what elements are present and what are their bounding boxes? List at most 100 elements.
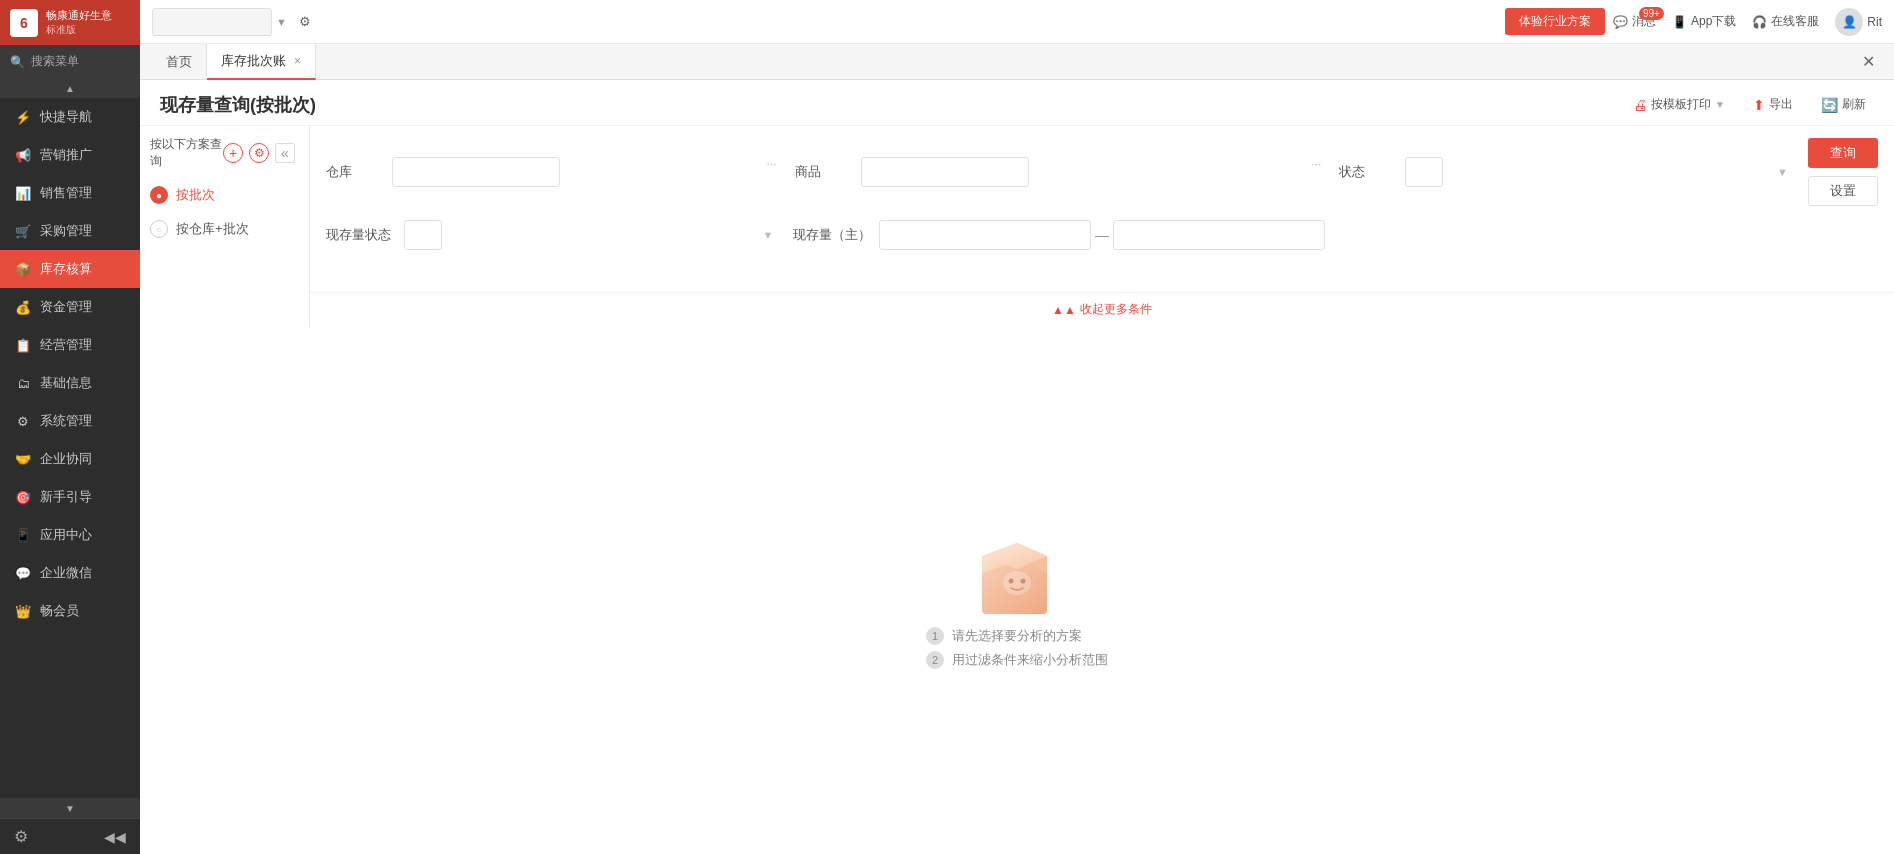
scheme-panel: 按以下方案查询 + ⚙ « ● 按批次 ○ 按仓库+批次 (140, 126, 310, 326)
qty-min-input[interactable] (879, 220, 1091, 250)
tip-text-2: 用过滤条件来缩小分析范围 (952, 651, 1108, 669)
basic-icon: 🗂 (14, 374, 32, 392)
query-btn[interactable]: 查询 (1808, 138, 1878, 168)
scheme-dot-inactive: ○ (150, 220, 168, 238)
message-btn[interactable]: 💬 消息 99+ (1613, 13, 1656, 30)
sidebar-item-sales[interactable]: 📊 销售管理 (0, 174, 140, 212)
sidebar-item-finance[interactable]: 💰 资金管理 (0, 288, 140, 326)
topbar-right: 💬 消息 99+ 📱 App下载 🎧 在线客服 👤 Rit (1613, 8, 1882, 36)
sidebar: 6 畅康通好生意 标准版 🔍 搜索菜单 ▲ ⚡ 快捷导航 📢 营销推广 📊 销售… (0, 0, 140, 854)
print-btn[interactable]: 🖨 按模板打印 ▼ (1625, 92, 1733, 117)
sidebar-item-newbie[interactable]: 🎯 新手引导 (0, 478, 140, 516)
collapse-bar[interactable]: ▲▲ 收起更多条件 (310, 292, 1894, 326)
newbie-icon: 🎯 (14, 488, 32, 506)
sidebar-item-label: 资金管理 (40, 298, 92, 316)
settings-scheme-btn[interactable]: ⚙ (249, 143, 269, 163)
collapse-label: 收起更多条件 (1080, 301, 1152, 318)
message-badge: 99+ (1639, 7, 1664, 20)
operations-icon: 📋 (14, 336, 32, 354)
app-title: 畅康通好生意 (46, 8, 112, 22)
membership-icon: 👑 (14, 602, 32, 620)
filter-form-wrapper: 仓库 ··· 商品 ··· (310, 126, 1894, 326)
system-icon: ⚙ (14, 412, 32, 430)
sidebar-item-label: 经营管理 (40, 336, 92, 354)
sidebar-item-operations[interactable]: 📋 经营管理 (0, 326, 140, 364)
sidebar-scroll-area: ⚡ 快捷导航 📢 营销推广 📊 销售管理 🛒 采购管理 📦 库存核算 💰 资金管… (0, 98, 140, 798)
sidebar-item-purchase[interactable]: 🛒 采购管理 (0, 212, 140, 250)
scheme-item-warehouse-batch[interactable]: ○ 按仓库+批次 (140, 212, 309, 246)
inventory-status-label: 现存量状态 (326, 226, 398, 244)
product-input[interactable] (861, 157, 1029, 187)
page-title: 现存量查询(按批次) (160, 93, 316, 117)
refresh-btn[interactable]: 🔄 刷新 (1813, 92, 1874, 117)
sidebar-item-enterprise[interactable]: 🤝 企业协同 (0, 440, 140, 478)
export-label: 导出 (1769, 96, 1793, 113)
finance-icon: 💰 (14, 298, 32, 316)
tab-inventory-batch-label: 库存批次账 (221, 52, 286, 70)
sidebar-item-inventory[interactable]: 📦 库存核算 (0, 250, 140, 288)
collapse-sidebar-icon[interactable]: ◀◀ (104, 829, 126, 845)
qty-max-input[interactable] (1113, 220, 1325, 250)
app-download-icon: 📱 (1672, 15, 1687, 29)
inventory-status-select[interactable] (404, 220, 442, 250)
sidebar-item-appstore[interactable]: 📱 应用中心 (0, 516, 140, 554)
trial-btn[interactable]: 体验行业方案 (1505, 8, 1605, 35)
empty-tip-1: 1 请先选择要分析的方案 (926, 627, 1108, 645)
settings-btn[interactable]: 设置 (1808, 176, 1878, 206)
page-actions: 🖨 按模板打印 ▼ ⬆ 导出 🔄 刷新 (1625, 92, 1874, 117)
filter-row-2: 现存量状态 ▼ 现存量（主） (326, 220, 1878, 250)
sidebar-item-label: 快捷导航 (40, 108, 92, 126)
sidebar-scroll-up[interactable]: ▲ (0, 78, 140, 98)
scheme-item-batch[interactable]: ● 按批次 (140, 178, 309, 212)
export-btn[interactable]: ⬆ 导出 (1745, 92, 1801, 117)
inventory-qty-field: 现存量（主） — (793, 220, 1324, 250)
sidebar-scroll-down[interactable]: ▼ (0, 798, 140, 818)
tip-num-1: 1 (926, 627, 944, 645)
scheme-item-label: 按批次 (176, 186, 215, 204)
user-menu[interactable]: 👤 Rit (1835, 8, 1882, 36)
status-chevron-icon: ▼ (1777, 166, 1788, 178)
sidebar-item-label: 系统管理 (40, 412, 92, 430)
customer-service-btn[interactable]: 🎧 在线客服 (1752, 13, 1819, 30)
empty-state: 1 请先选择要分析的方案 2 用过滤条件来缩小分析范围 (140, 326, 1894, 854)
sidebar-item-label: 库存核算 (40, 260, 92, 278)
sidebar-search[interactable]: 🔍 搜索菜单 (0, 45, 140, 78)
sidebar-item-basic[interactable]: 🗂 基础信息 (0, 364, 140, 402)
sidebar-item-label: 企业微信 (40, 564, 92, 582)
topbar: ▼ ⚙ 体验行业方案 💬 消息 99+ 📱 App下载 🎧 在线客服 👤 (140, 0, 1894, 44)
topbar-chevron-icon[interactable]: ▼ (276, 16, 287, 28)
product-label: 商品 (795, 163, 855, 181)
filter-section: 按以下方案查询 + ⚙ « ● 按批次 ○ 按仓库+批次 (140, 126, 1894, 326)
warehouse-field: 仓库 ··· (326, 157, 783, 187)
inventory-qty-label: 现存量（主） (793, 226, 873, 244)
print-chevron-icon: ▼ (1715, 99, 1725, 110)
collapse-scheme-icon[interactable]: « (275, 143, 295, 163)
add-scheme-btn[interactable]: + (223, 143, 243, 163)
sidebar-item-system[interactable]: ⚙ 系统管理 (0, 402, 140, 440)
panel-close-btn[interactable]: ✕ (1854, 48, 1882, 76)
empty-tip-2: 2 用过滤条件来缩小分析范围 (926, 651, 1108, 669)
svg-point-4 (1003, 571, 1031, 595)
warehouse-more-icon[interactable]: ··· (767, 157, 777, 171)
warehouse-input[interactable] (392, 157, 560, 187)
status-label: 状态 (1339, 163, 1399, 181)
sidebar-item-wechat[interactable]: 💬 企业微信 (0, 554, 140, 592)
topbar-gear-icon[interactable]: ⚙ (291, 8, 319, 36)
tab-inventory-batch[interactable]: 库存批次账 × (207, 44, 316, 80)
sidebar-item-marketing[interactable]: 📢 营销推广 (0, 136, 140, 174)
inventory-status-chevron-icon: ▼ (762, 229, 773, 241)
refresh-label: 刷新 (1842, 96, 1866, 113)
settings-footer-icon[interactable]: ⚙ (14, 827, 28, 846)
sidebar-item-label: 企业协同 (40, 450, 92, 468)
sidebar-item-membership[interactable]: 👑 畅会员 (0, 592, 140, 630)
topbar-search-input[interactable] (152, 8, 272, 36)
tab-close-icon[interactable]: × (294, 54, 301, 68)
quick-nav-icon: ⚡ (14, 108, 32, 126)
scheme-item-label: 按仓库+批次 (176, 220, 249, 238)
app-download-btn[interactable]: 📱 App下载 (1672, 13, 1736, 30)
tab-home[interactable]: 首页 (152, 44, 207, 80)
product-more-icon[interactable]: ··· (1311, 157, 1321, 171)
export-icon: ⬆ (1753, 97, 1765, 113)
sidebar-item-quick-nav[interactable]: ⚡ 快捷导航 (0, 98, 140, 136)
status-select[interactable] (1405, 157, 1443, 187)
